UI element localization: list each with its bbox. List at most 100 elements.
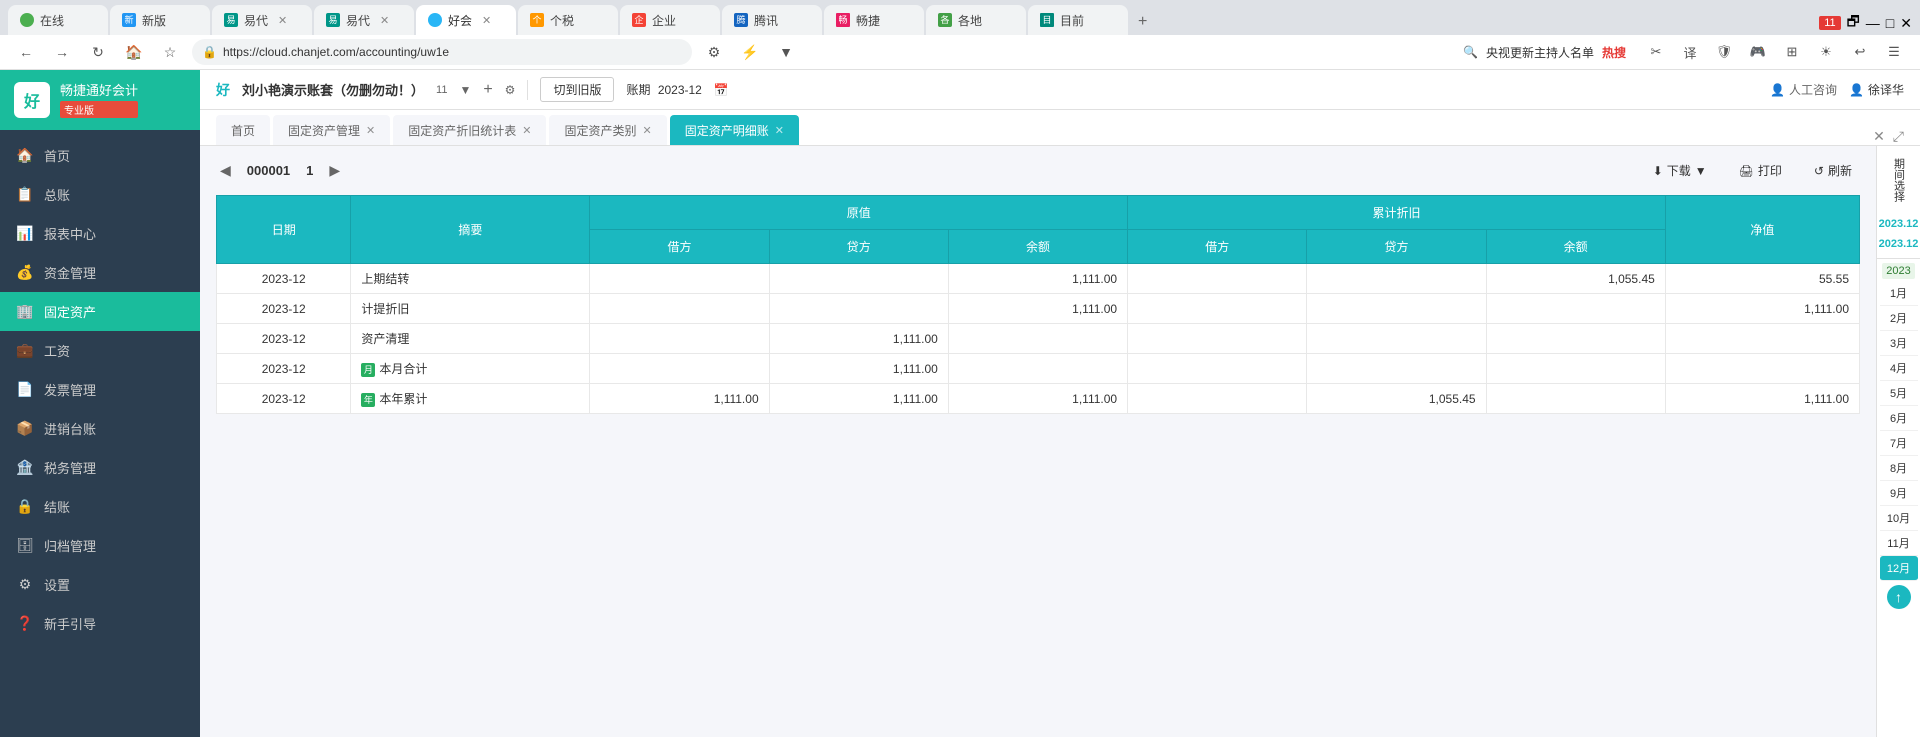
game-icon[interactable]: 🎮: [1744, 38, 1772, 66]
browser-tab-yidai2[interactable]: 易 易代 ✕: [314, 5, 414, 35]
support-button[interactable]: 👤 人工咨询: [1770, 81, 1837, 98]
sidebar-item-salary[interactable]: 💼 工资: [0, 331, 200, 370]
refresh-button[interactable]: ↺ 刷新: [1806, 158, 1860, 183]
sidebar-item-archive[interactable]: 🗄 归档管理: [0, 526, 200, 565]
extensions-button[interactable]: ⚙: [700, 38, 728, 66]
browser-tab-yidai1-close[interactable]: ✕: [278, 14, 287, 27]
month-item-6[interactable]: 6月: [1880, 406, 1918, 431]
sidebar-item-settings[interactable]: ⚙ 设置: [0, 565, 200, 604]
sidebar-item-closing[interactable]: 🔒 结账: [0, 487, 200, 526]
th-original-value: 原值: [590, 196, 1128, 230]
sidebar-item-home[interactable]: 🏠 首页: [0, 136, 200, 175]
page-tab-home[interactable]: 首页: [216, 115, 270, 145]
th-depr-credit: 贷方: [1307, 230, 1486, 264]
page-tab-depreciation-stat[interactable]: 固定资产折旧统计表 ✕: [393, 115, 546, 145]
sidebar: 好 畅捷通好会计 专业版 🏠 首页 📋 总账 📊 报表中心 💰 资金管理: [0, 70, 200, 737]
nav-icons: ✂ 译 🛡 🎮 ⊞ ☀ ↩ ☰: [1642, 38, 1908, 66]
month-item-8[interactable]: 8月: [1880, 456, 1918, 481]
translate-icon[interactable]: 译: [1676, 38, 1704, 66]
menu-icon[interactable]: ☰: [1880, 38, 1908, 66]
add-icon[interactable]: +: [483, 81, 492, 99]
page-tab-fixed-mgmt-close[interactable]: ✕: [366, 124, 375, 137]
print-button[interactable]: 🖨 打印: [1731, 158, 1790, 183]
month-item-1[interactable]: 1月: [1880, 281, 1918, 306]
sidebar-item-tax-label: 税务管理: [44, 458, 96, 477]
page-tab-asset-detail[interactable]: 固定资产明细账 ✕: [670, 115, 799, 145]
scroll-up-icon[interactable]: ↑: [1887, 585, 1911, 609]
browser-tab-yidai1[interactable]: 易 易代 ✕: [212, 5, 312, 35]
page-tab-depreciation-stat-close[interactable]: ✕: [522, 124, 531, 137]
boost-button[interactable]: ⚡: [736, 38, 764, 66]
data-table: 日期 摘要 原值 累计折旧 净值 借方 贷方 余额 借方 贷方 余额: [216, 195, 1860, 414]
maximize-icon[interactable]: □: [1886, 15, 1894, 31]
undo-icon[interactable]: ↩: [1846, 38, 1874, 66]
browser-tab-haohui-close[interactable]: ✕: [482, 14, 491, 27]
month-item-2[interactable]: 2月: [1880, 306, 1918, 331]
sidebar-item-tax[interactable]: 🏦 税务管理: [0, 448, 200, 487]
download-icon: ⬇: [1653, 164, 1663, 178]
browser-tab-muqian[interactable]: 目 目前: [1028, 5, 1128, 35]
forward-button[interactable]: →: [48, 38, 76, 66]
browser-tab-geshui[interactable]: 个 个税: [518, 5, 618, 35]
browser-tab-gedi[interactable]: 各 各地: [926, 5, 1026, 35]
month-item-3[interactable]: 3月: [1880, 331, 1918, 356]
browser-tab-haohui[interactable]: 好会 ✕: [416, 5, 516, 35]
collapse-icon[interactable]: ✕: [1873, 128, 1885, 145]
app-logo-icon: 好: [216, 80, 230, 100]
expand-icon[interactable]: ⤢: [1893, 128, 1904, 145]
page-tab-asset-detail-close[interactable]: ✕: [775, 124, 784, 137]
sidebar-item-inventory[interactable]: 📦 进销台账: [0, 409, 200, 448]
dropdown-button[interactable]: ▼: [772, 38, 800, 66]
sidebar-item-ledger[interactable]: 📋 总账: [0, 175, 200, 214]
sidebar-item-fund[interactable]: 💰 资金管理: [0, 253, 200, 292]
page-tab-asset-category[interactable]: 固定资产类别 ✕: [549, 115, 666, 145]
sidebar-item-fixed-asset[interactable]: 🏢 固定资产: [0, 292, 200, 331]
window-close-icon[interactable]: ✕: [1900, 15, 1912, 32]
browser-tab-tengxun[interactable]: 腾 腾讯: [722, 5, 822, 35]
hot-search-label[interactable]: 热搜: [1602, 44, 1626, 61]
back-button[interactable]: ←: [12, 38, 40, 66]
grid-icon[interactable]: ⊞: [1778, 38, 1806, 66]
prev-account-button[interactable]: ◀: [216, 160, 235, 181]
month-item-10[interactable]: 10月: [1880, 506, 1918, 531]
row5-orig-balance: 1,111.00: [948, 384, 1127, 414]
next-account-button[interactable]: ▶: [325, 160, 344, 181]
scissors-icon[interactable]: ✂: [1642, 38, 1670, 66]
reload-button[interactable]: ↻: [84, 38, 112, 66]
sidebar-item-guide[interactable]: ❓ 新手引导: [0, 604, 200, 643]
month-item-12[interactable]: 12月: [1880, 556, 1918, 581]
month-item-11[interactable]: 11月: [1880, 531, 1918, 556]
settings-small-icon[interactable]: ⚙: [505, 83, 516, 97]
browser-tab-online[interactable]: 在线: [8, 5, 108, 35]
row2-summary: 计提折旧: [351, 294, 590, 324]
browser-tab-new[interactable]: 新 新版: [110, 5, 210, 35]
address-bar[interactable]: 🔒 https://cloud.chanjet.com/accounting/u…: [192, 39, 692, 65]
month-item-5[interactable]: 5月: [1880, 381, 1918, 406]
dropdown-arrow-icon[interactable]: ▼: [459, 83, 471, 97]
month-item-9[interactable]: 9月: [1880, 481, 1918, 506]
download-button[interactable]: ⬇ 下载 ▼: [1645, 158, 1715, 183]
minimize-icon[interactable]: —: [1866, 15, 1880, 31]
theme-icon[interactable]: ☀: [1812, 38, 1840, 66]
page-tab-fixed-mgmt[interactable]: 固定资产管理 ✕: [273, 115, 390, 145]
page-tab-asset-category-close[interactable]: ✕: [643, 124, 652, 137]
row3-net-value: [1665, 324, 1859, 354]
sidebar-item-report[interactable]: 📊 报表中心: [0, 214, 200, 253]
page-tab-asset-detail-label: 固定资产明细账: [685, 122, 769, 139]
bookmark-button[interactable]: ☆: [156, 38, 184, 66]
sidebar-item-invoice[interactable]: 📄 发票管理: [0, 370, 200, 409]
shield-icon[interactable]: 🛡: [1710, 38, 1738, 66]
user-button[interactable]: 👤 徐译华: [1849, 81, 1904, 98]
switch-version-button[interactable]: 切到旧版: [540, 77, 614, 102]
row5-date: 2023-12: [217, 384, 351, 414]
month-item-7[interactable]: 7月: [1880, 431, 1918, 456]
calendar-icon[interactable]: 📅: [714, 83, 729, 97]
search-area: 🔍 央视更新主持人名单 热搜: [1463, 44, 1626, 61]
browser-tab-changjie[interactable]: 畅 畅捷: [824, 5, 924, 35]
restore-icon[interactable]: 🗗: [1847, 11, 1860, 35]
browser-tab-yidai2-close[interactable]: ✕: [380, 14, 389, 27]
home-nav-button[interactable]: 🏠: [120, 38, 148, 66]
new-tab-button[interactable]: +: [1130, 9, 1155, 35]
browser-tab-qiye[interactable]: 企 企业: [620, 5, 720, 35]
month-item-4[interactable]: 4月: [1880, 356, 1918, 381]
